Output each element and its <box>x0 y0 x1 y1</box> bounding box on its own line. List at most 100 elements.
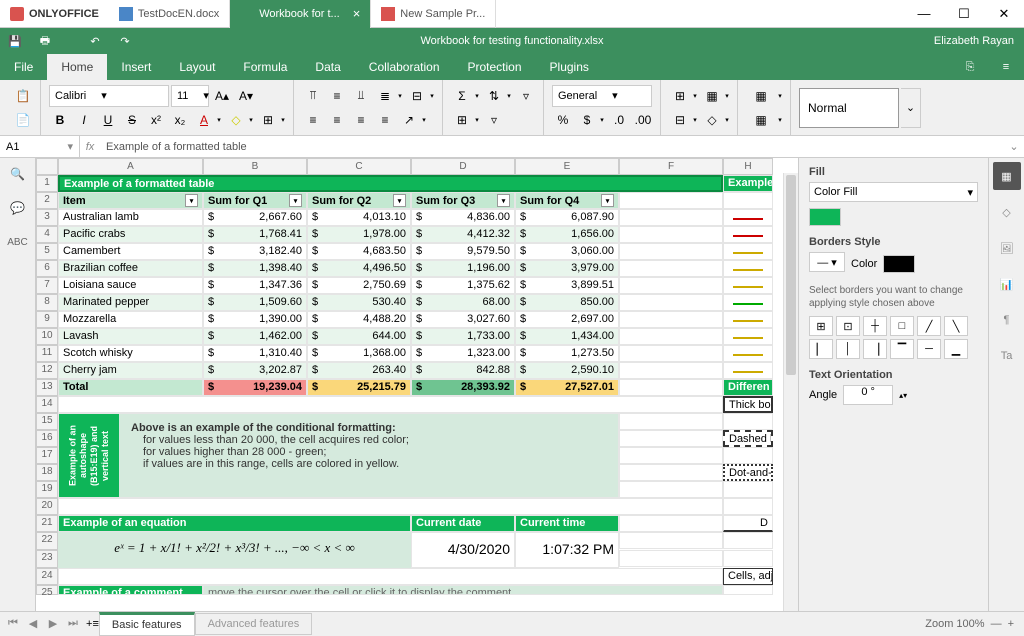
table-cell[interactable]: $1,462.00 <box>203 328 307 345</box>
cell-style-drop[interactable]: ⌄ <box>901 88 921 128</box>
time-cell[interactable]: 1:07:32 PM <box>515 532 619 568</box>
menu-data[interactable]: Data <box>301 54 354 80</box>
table-cell[interactable]: $2,667.60 <box>203 209 307 226</box>
remove-filter-button[interactable]: ▿ <box>483 109 505 131</box>
table-header[interactable]: Sum for Q2▾ <box>307 192 411 209</box>
decrease-font-button[interactable]: A▾ <box>235 85 257 107</box>
table-cell[interactable]: $4,683.50 <box>307 243 411 260</box>
print-button[interactable]: 🖶 <box>30 28 60 54</box>
equation-cell[interactable]: eˣ = 1 + x/1! + x²/2! + x³/3! + ..., −∞ … <box>58 532 411 568</box>
table-cell[interactable]: $1,733.00 <box>411 328 515 345</box>
table-cell[interactable]: Lavash <box>58 328 203 345</box>
table-cell[interactable]: $68.00 <box>411 294 515 311</box>
sheet-tab-active[interactable]: Basic features <box>99 612 195 636</box>
cell-settings-button[interactable]: ▦ <box>993 162 1021 190</box>
menu-collaboration[interactable]: Collaboration <box>355 54 454 80</box>
cell-style-select[interactable]: Normal <box>799 88 899 128</box>
table-cell[interactable]: $1,323.00 <box>411 345 515 362</box>
doc-tab-1[interactable]: TestDocEN.docx <box>109 0 230 28</box>
table-cell[interactable]: Marinated pepper <box>58 294 203 311</box>
table-cell[interactable]: $4,412.32 <box>411 226 515 243</box>
border-diag-up-button[interactable]: ╱ <box>917 316 941 336</box>
border-bottom-button[interactable]: ▁ <box>944 339 968 359</box>
table-header[interactable]: Sum for Q1▾ <box>203 192 307 209</box>
sheet-last-button[interactable]: ⏭ <box>64 615 82 633</box>
align-top-button[interactable]: ⫪ <box>302 85 324 107</box>
fill-color-swatch[interactable] <box>809 208 841 226</box>
date-cell[interactable]: 4/30/2020 <box>411 532 515 568</box>
borders-button[interactable]: ⊞ <box>257 109 279 131</box>
table-cell[interactable]: $1,196.00 <box>411 260 515 277</box>
minimize-button[interactable]: — <box>904 0 944 28</box>
table-cell[interactable]: $1,434.00 <box>515 328 619 345</box>
total-cell[interactable]: $27,527.01 <box>515 379 619 396</box>
table-cell[interactable]: $1,398.40 <box>203 260 307 277</box>
percent-button[interactable]: % <box>552 109 574 131</box>
border-diag-down-button[interactable]: ╲ <box>944 316 968 336</box>
search-button[interactable]: 🔍 <box>6 162 30 186</box>
fill-color-button[interactable]: ◇ <box>225 109 247 131</box>
menu-insert[interactable]: Insert <box>107 54 165 80</box>
filter-icon[interactable]: ▾ <box>185 194 198 207</box>
maximize-button[interactable]: ☐ <box>944 0 984 28</box>
col-header[interactable]: E <box>515 158 619 175</box>
table-cell[interactable]: $842.88 <box>411 362 515 379</box>
sheet-area[interactable]: ABCDEFH1Example of a formatted tableExam… <box>36 158 798 611</box>
col-header[interactable]: C <box>307 158 411 175</box>
strikethrough-button[interactable]: S <box>121 109 143 131</box>
align-left-button[interactable]: ≡ <box>302 109 324 131</box>
menu-protection[interactable]: Protection <box>454 54 536 80</box>
align-right-button[interactable]: ≡ <box>350 109 372 131</box>
border-right-button[interactable]: ▕ <box>863 339 887 359</box>
filter-button[interactable]: ▿ <box>515 85 537 107</box>
table-cell[interactable]: $263.40 <box>307 362 411 379</box>
table-header[interactable]: Item▾ <box>58 192 203 209</box>
formula-input[interactable]: Example of a formatted table <box>100 141 1004 153</box>
view-settings-button[interactable]: ≡ <box>988 54 1024 80</box>
chart-settings-button[interactable]: 📊 <box>993 270 1021 298</box>
table-cell[interactable]: $4,488.20 <box>307 311 411 328</box>
table-cell[interactable]: $3,979.00 <box>515 260 619 277</box>
equation-header[interactable]: Example of an equation <box>58 515 411 532</box>
table-cell[interactable]: $1,375.62 <box>411 277 515 294</box>
table-cell[interactable]: $4,496.50 <box>307 260 411 277</box>
fx-icon[interactable]: fx <box>80 141 100 153</box>
table-cell[interactable]: Brazilian coffee <box>58 260 203 277</box>
sort-button[interactable]: ⇅ <box>483 85 505 107</box>
underline-button[interactable]: U <box>97 109 119 131</box>
accounting-button[interactable]: $ <box>576 109 598 131</box>
number-format-select[interactable]: General▾ <box>552 85 652 107</box>
col-header[interactable]: D <box>411 158 515 175</box>
table-cell[interactable]: $1,347.36 <box>203 277 307 294</box>
sum-button[interactable]: Σ <box>451 85 473 107</box>
table-cell[interactable]: Scotch whisky <box>58 345 203 362</box>
menu-home[interactable]: Home <box>47 54 107 80</box>
border-all-button[interactable]: ⊞ <box>809 316 833 336</box>
table-cell[interactable]: $3,060.00 <box>515 243 619 260</box>
menu-formula[interactable]: Formula <box>229 54 301 80</box>
font-color-button[interactable]: A <box>193 109 215 131</box>
table-cell[interactable]: $3,899.51 <box>515 277 619 294</box>
table-cell[interactable]: $530.40 <box>307 294 411 311</box>
merge-button[interactable]: ⊟ <box>406 85 428 107</box>
filter-icon[interactable]: ▾ <box>601 194 614 207</box>
align-middle-button[interactable]: ≡ <box>326 85 348 107</box>
borders-drop[interactable]: ▾ <box>279 109 287 131</box>
autoshape[interactable]: Example of an autoshape (B15:E19) and ve… <box>58 413 619 498</box>
filter-icon[interactable]: ▾ <box>497 194 510 207</box>
menu-layout[interactable]: Layout <box>165 54 229 80</box>
font-size-select[interactable]: 11▾ <box>171 85 209 107</box>
table-cell[interactable]: $1,368.00 <box>307 345 411 362</box>
menu-plugins[interactable]: Plugins <box>536 54 603 80</box>
comments-button[interactable]: 💬 <box>6 196 30 220</box>
table-cell[interactable]: $3,202.87 <box>203 362 307 379</box>
table-cell[interactable]: Mozzarella <box>58 311 203 328</box>
table-cell[interactable]: $1,768.41 <box>203 226 307 243</box>
table-cell[interactable]: $2,697.00 <box>515 311 619 328</box>
table-cell[interactable]: $2,750.69 <box>307 277 411 294</box>
table-template-button[interactable]: ▦ <box>746 85 776 107</box>
table-cell[interactable]: $1,390.00 <box>203 311 307 328</box>
close-button[interactable]: ✕ <box>984 0 1024 28</box>
table-cell[interactable]: $850.00 <box>515 294 619 311</box>
table-cell[interactable]: $9,579.50 <box>411 243 515 260</box>
